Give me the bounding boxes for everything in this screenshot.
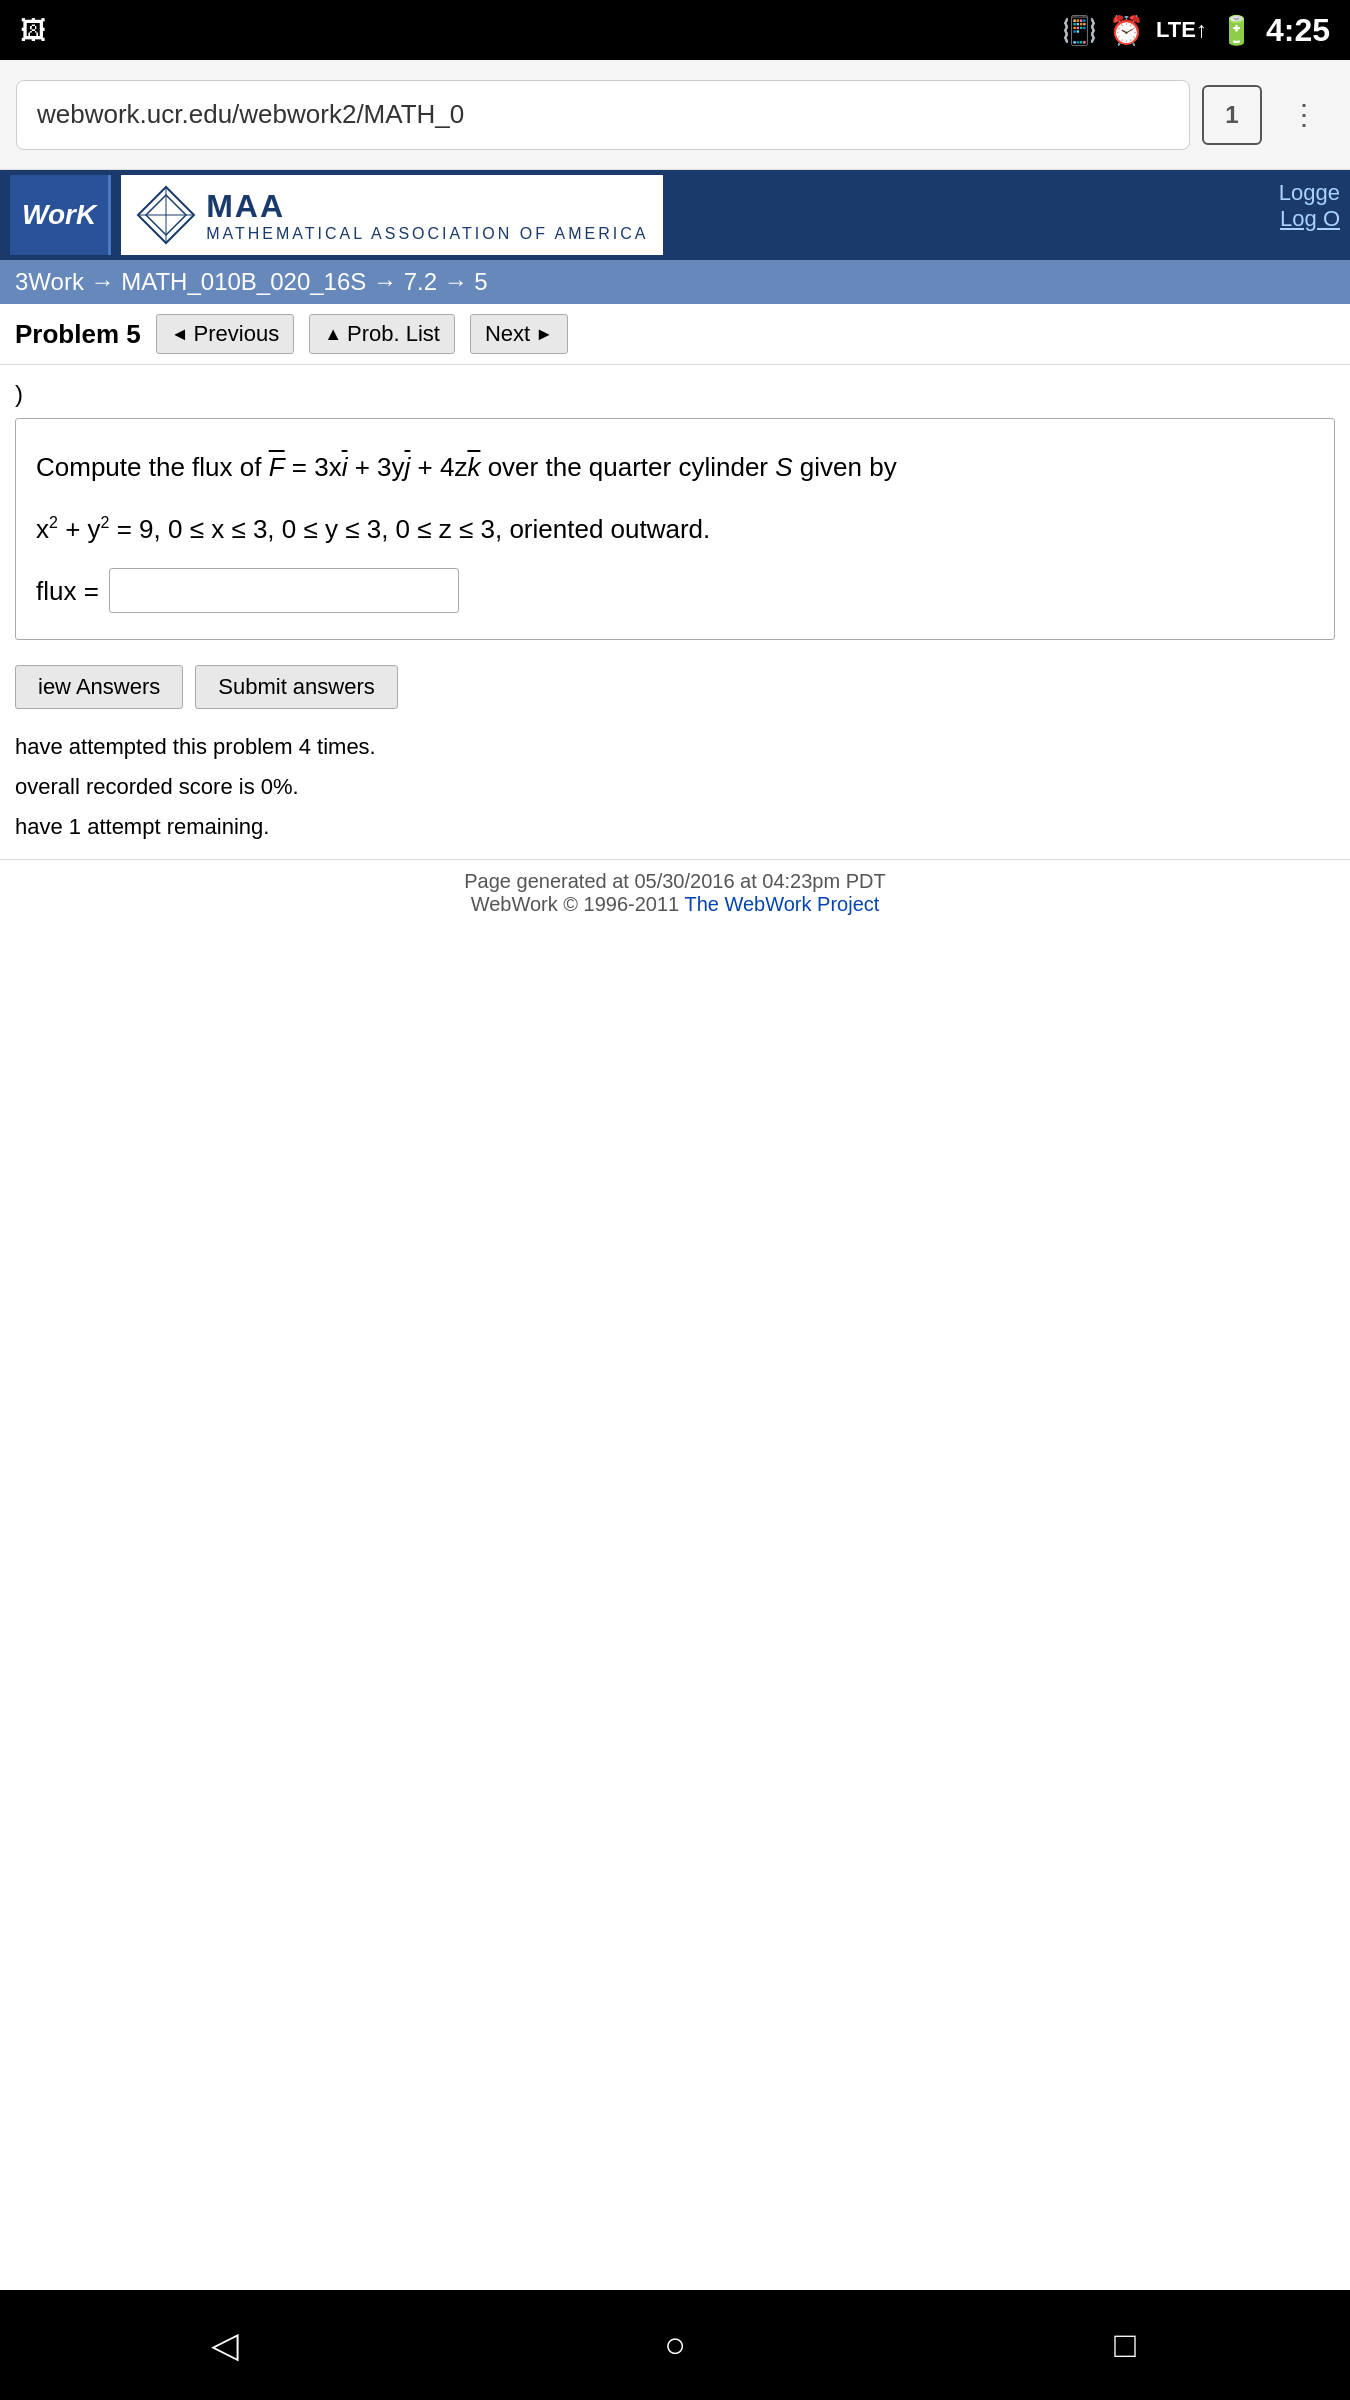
recents-button[interactable]: □ bbox=[1085, 2305, 1165, 2385]
lte-icon: LTE↑ bbox=[1156, 17, 1207, 43]
flux-label: flux = bbox=[36, 568, 99, 615]
maa-diamond-icon bbox=[136, 185, 196, 245]
problem-header: Problem 5 ◄ Previous ▲ Prob. List Next ► bbox=[0, 304, 1350, 365]
flux-input[interactable] bbox=[109, 568, 459, 613]
prob-list-button[interactable]: ▲ Prob. List bbox=[309, 314, 455, 354]
maa-logo-area: WorK MAA MATHEMATICAL ASSOCIATION OF AME… bbox=[10, 175, 663, 255]
status-bar-right: 📳 ⏰ LTE↑ 🔋 4:25 bbox=[1062, 12, 1330, 49]
maa-header: WorK MAA MATHEMATICAL ASSOCIATION OF AME… bbox=[0, 170, 1350, 260]
status-bar-left: 🖼 bbox=[20, 15, 46, 46]
more-options-button[interactable]: ⋮ bbox=[1274, 85, 1334, 145]
breadcrumb-text: 3Work → MATH_010B_020_16S → 7.2 → 5 bbox=[15, 268, 488, 295]
copyright-label: WebWork © 1996-2011 bbox=[471, 893, 685, 915]
battery-icon: 🔋 bbox=[1219, 14, 1254, 47]
breadcrumb-bar: 3Work → MATH_010B_020_16S → 7.2 → 5 bbox=[0, 260, 1350, 304]
flux-row: flux = bbox=[36, 568, 1314, 615]
left-arrow-icon: ◄ bbox=[171, 324, 189, 345]
home-button[interactable]: ○ bbox=[635, 2305, 715, 2385]
maa-text-block: MAA MATHEMATICAL ASSOCIATION OF AMERICA bbox=[206, 188, 648, 243]
copyright-text: WebWork © 1996-2011 The WebWork Project bbox=[15, 893, 1335, 916]
attempt-info: have attempted this problem 4 times. ove… bbox=[0, 719, 1350, 854]
back-arrow-icon: ◁ bbox=[211, 2324, 239, 2366]
problem-equation: x2 + y2 = 9, 0 ≤ x ≤ 3, 0 ≤ y ≤ 3, 0 ≤ z… bbox=[36, 506, 1314, 553]
view-answers-label: iew Answers bbox=[38, 674, 160, 699]
problem-description: Compute the flux of F = 3xi + 3yj + 4zk … bbox=[36, 444, 1314, 491]
maa-login-area: Logge Log O bbox=[1279, 180, 1340, 232]
prob-list-label: Prob. List bbox=[347, 321, 440, 347]
attempt-line-3: have 1 attempt remaining. bbox=[15, 807, 1335, 847]
view-answers-button[interactable]: iew Answers bbox=[15, 665, 183, 709]
back-button[interactable]: ◁ bbox=[185, 2305, 265, 2385]
webwork-logo: WorK bbox=[10, 175, 111, 255]
maa-logo: MAA MATHEMATICAL ASSOCIATION OF AMERICA bbox=[121, 175, 663, 255]
home-circle-icon: ○ bbox=[664, 2324, 686, 2366]
tab-count-button[interactable]: 1 bbox=[1202, 85, 1262, 145]
browser-bar: webwork.ucr.edu/webwork2/MATH_0 1 ⋮ bbox=[0, 60, 1350, 170]
next-button[interactable]: Next ► bbox=[470, 314, 568, 354]
status-time: 4:25 bbox=[1266, 12, 1330, 49]
log-out-link[interactable]: Log O bbox=[1279, 206, 1340, 232]
page-footer: Page generated at 05/30/2016 at 04:23pm … bbox=[0, 859, 1350, 926]
submit-answers-label: Submit answers bbox=[218, 674, 375, 699]
image-icon: 🖼 bbox=[20, 15, 46, 46]
submit-answers-button[interactable]: Submit answers bbox=[195, 665, 398, 709]
webwork-logo-text: WorK bbox=[22, 199, 96, 231]
attempt-line-2: overall recorded score is 0%. bbox=[15, 767, 1335, 807]
status-bar: 🖼 📳 ⏰ LTE↑ 🔋 4:25 bbox=[0, 0, 1350, 60]
vibrate-icon: 📳 bbox=[1062, 14, 1097, 47]
problem-title: Problem 5 bbox=[15, 319, 141, 350]
previous-button[interactable]: ◄ Previous bbox=[156, 314, 294, 354]
right-arrow-icon: ► bbox=[535, 324, 553, 345]
recents-square-icon: □ bbox=[1114, 2324, 1136, 2366]
action-buttons-area: iew Answers Submit answers bbox=[0, 655, 1350, 719]
parenthesis-label: ) bbox=[15, 380, 1335, 408]
vector-F: F = 3xi + 3yj + 4zk bbox=[269, 452, 488, 482]
problem-content: ) Compute the flux of F = 3xi + 3yj + 4z… bbox=[0, 365, 1350, 655]
url-bar[interactable]: webwork.ucr.edu/webwork2/MATH_0 bbox=[16, 80, 1190, 150]
bottom-navigation: ◁ ○ □ bbox=[0, 2290, 1350, 2400]
clock-icon: ⏰ bbox=[1109, 14, 1144, 47]
webwork-project-link[interactable]: The WebWork Project bbox=[684, 893, 879, 915]
problem-box: Compute the flux of F = 3xi + 3yj + 4zk … bbox=[15, 418, 1335, 640]
attempt-line-1: have attempted this problem 4 times. bbox=[15, 727, 1335, 767]
maa-full-name: MATHEMATICAL ASSOCIATION OF AMERICA bbox=[206, 225, 648, 243]
previous-label: Previous bbox=[194, 321, 280, 347]
logged-in-text: Logge bbox=[1279, 180, 1340, 206]
url-text: webwork.ucr.edu/webwork2/MATH_0 bbox=[37, 99, 464, 130]
up-arrow-icon: ▲ bbox=[324, 324, 342, 345]
web-content: WorK MAA MATHEMATICAL ASSOCIATION OF AME… bbox=[0, 170, 1350, 926]
maa-acronym: MAA bbox=[206, 188, 648, 225]
page-generated-text: Page generated at 05/30/2016 at 04:23pm … bbox=[15, 870, 1335, 893]
next-label: Next bbox=[485, 321, 530, 347]
